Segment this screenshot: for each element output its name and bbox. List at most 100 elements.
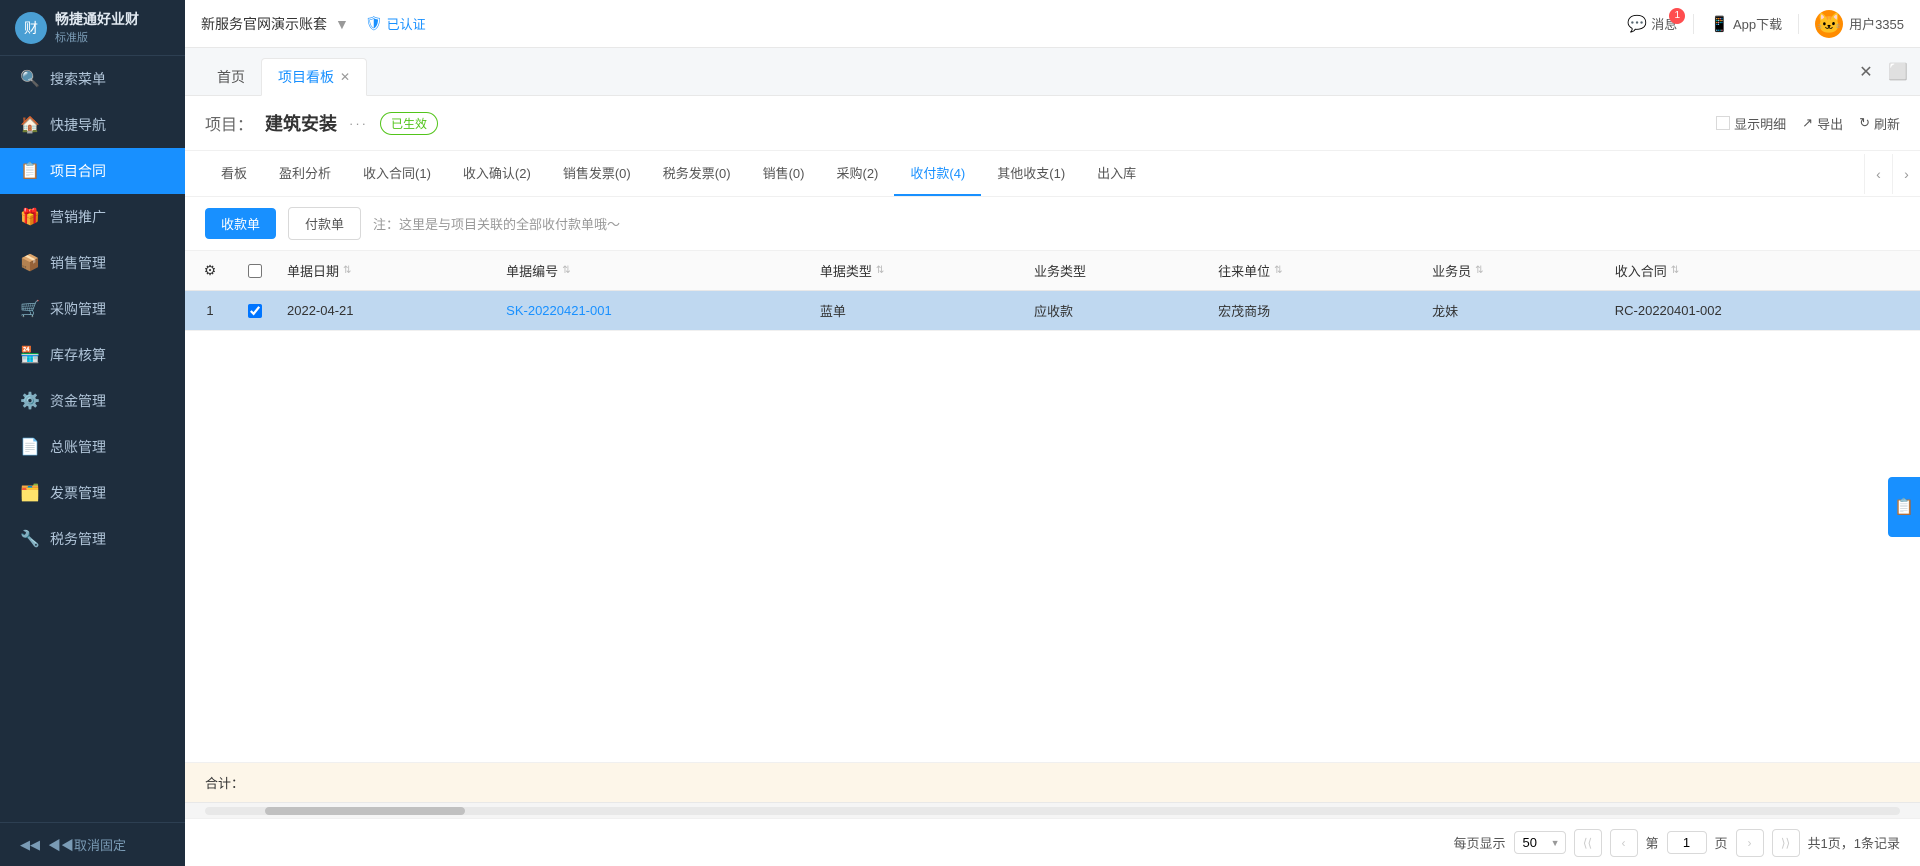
data-table-container[interactable]: ⚙ 单据日期 ⇅ [185,251,1920,762]
cancel-fixed-button[interactable]: ◀◀ ◀◀取消固定 [0,822,185,866]
payment-button[interactable]: 付款单 [288,207,361,240]
float-action-icon: 📋 [1894,497,1914,517]
export-icon: ↗ [1802,115,1813,131]
show-detail-checkbox-box[interactable] [1716,116,1730,130]
th-partner[interactable]: 往来单位 ⇅ [1206,251,1420,291]
th-biz-type-label: 业务类型 [1034,264,1086,279]
sub-tab-purchase[interactable]: 采购(2) [820,151,894,196]
total-row: 合计： [185,762,1920,802]
sub-tab-payment[interactable]: 收付款(4) [894,151,981,196]
refresh-button[interactable]: ↻ 刷新 [1859,114,1900,133]
sub-tab-tax-invoice[interactable]: 税务发票(0) [647,151,747,196]
code-link[interactable]: SK-20220421-001 [506,303,612,318]
ledger-icon: 📄 [20,437,40,457]
sidebar-item-inventory[interactable]: 🏪 库存核算 [0,332,185,378]
window-maximize-button[interactable]: ⬜ [1884,58,1912,86]
th-type-label: 单据类型 [820,261,872,280]
th-contract[interactable]: 收入合同 ⇅ [1603,251,1920,291]
sidebar-item-search[interactable]: 🔍 搜索菜单 [0,56,185,102]
settings-icon[interactable]: ⚙ [204,262,217,278]
next-page-button[interactable]: › [1736,829,1764,857]
sidebar-item-marketing[interactable]: 🎁 营销推广 [0,194,185,240]
show-detail-label: 显示明细 [1734,114,1786,133]
pagination: 每页显示 50 100 200 ⟨⟨ ‹ 第 页 › ⟩⟩ 共1页，1条记录 [185,818,1920,866]
user-label: 用户3355 [1849,14,1904,33]
window-close-button[interactable]: ✕ [1852,58,1880,86]
project-status-badge: 已生效 [380,112,438,135]
th-salesman[interactable]: 业务员 ⇅ [1420,251,1603,291]
app-version: 标准版 [55,29,139,45]
sidebar-item-project[interactable]: 📋 项目合同 [0,148,185,194]
sub-tab-income-contract[interactable]: 收入合同(1) [347,151,447,196]
user-menu[interactable]: 🐱 用户3355 [1815,10,1904,38]
show-detail-checkbox[interactable]: 显示明细 [1716,114,1786,133]
type-sort-icon: ⇅ [876,265,884,276]
sub-tab-kanban[interactable]: 看板 [205,151,263,196]
sub-tabs-prev-button[interactable]: ‹ [1864,154,1892,194]
select-all-checkbox[interactable] [248,264,262,278]
tab-close-icon[interactable]: ✕ [340,70,350,84]
per-page-select[interactable]: 50 100 200 [1514,831,1566,854]
tax-icon: 🔧 [20,529,40,549]
sidebar-label-marketing: 营销推广 [50,207,106,227]
inventory-icon: 🏪 [20,345,40,365]
sidebar-item-ledger[interactable]: 📄 总账管理 [0,424,185,470]
message-button[interactable]: 💬 消息 1 [1627,14,1677,34]
th-salesman-label: 业务员 [1432,261,1471,280]
avatar: 🐱 [1815,10,1843,38]
sub-tabs-arrows: ‹ › [1864,154,1920,194]
table-header: ⚙ 单据日期 ⇅ [185,251,1920,291]
project-dropdown-icon[interactable]: ▼ [335,16,349,32]
sidebar-item-finance[interactable]: ⚙️ 资金管理 [0,378,185,424]
sidebar-item-tax[interactable]: 🔧 税务管理 [0,516,185,562]
sub-tabs-next-button[interactable]: › [1892,154,1920,194]
sub-tab-sales-invoice[interactable]: 销售发票(0) [547,151,647,196]
float-action-button[interactable]: 📋 [1888,477,1920,537]
first-page-button[interactable]: ⟨⟨ [1574,829,1602,857]
receipt-button[interactable]: 收款单 [205,208,276,239]
sub-tab-income-confirm[interactable]: 收入确认(2) [447,151,547,196]
th-code[interactable]: 单据编号 ⇅ [494,251,808,291]
app-download-label: App下载 [1733,14,1782,33]
app-download-button[interactable]: 📱 App下载 [1710,14,1782,33]
th-type[interactable]: 单据类型 ⇅ [808,251,1022,291]
page-content: 项目： 建筑安装 ··· 已生效 显示明细 ↗ 导出 ↻ 刷新 [185,96,1920,866]
sub-tab-warehouse[interactable]: 出入库 [1081,151,1152,196]
project-more-icon[interactable]: ··· [349,116,368,131]
sidebar-item-sales[interactable]: 📦 销售管理 [0,240,185,286]
topbar: 新服务官网演示账套 ▼ 🛡 已认证 💬 消息 1 📱 App下载 🐱 用户335… [185,0,1920,48]
sidebar-item-nav[interactable]: 🏠 快捷导航 [0,102,185,148]
sidebar-label-sales: 销售管理 [50,253,106,273]
tab-home[interactable]: 首页 [201,59,261,95]
prev-page-button[interactable]: ‹ [1610,829,1638,857]
th-date[interactable]: 单据日期 ⇅ [275,251,494,291]
topbar-divider-2 [1798,14,1799,34]
export-button[interactable]: ↗ 导出 [1802,114,1843,133]
app-name: 畅捷通好业财 [55,10,139,28]
sub-tab-other[interactable]: 其他收支(1) [981,151,1081,196]
tab-project-board[interactable]: 项目看板 ✕ [261,58,367,96]
sidebar-item-invoice[interactable]: 🗂️ 发票管理 [0,470,185,516]
project-selector[interactable]: 新服务官网演示账套 [201,14,327,34]
last-page-button[interactable]: ⟩⟩ [1772,829,1800,857]
scroll-thumb[interactable] [265,807,465,815]
th-contract-label: 收入合同 [1615,261,1667,280]
data-table: ⚙ 单据日期 ⇅ [185,251,1920,331]
unpin-icon: ◀◀ [20,837,40,853]
project-header: 项目： 建筑安装 ··· 已生效 显示明细 ↗ 导出 ↻ 刷新 [185,96,1920,151]
project-icon: 📋 [20,161,40,181]
th-settings[interactable]: ⚙ [185,251,235,291]
contract-sort-icon: ⇅ [1671,265,1679,276]
horizontal-scrollbar[interactable] [185,802,1920,818]
scroll-track[interactable] [205,807,1900,815]
sidebar-label-nav: 快捷导航 [50,115,106,135]
sub-tab-sales[interactable]: 销售(0) [747,151,821,196]
sidebar-item-purchase[interactable]: 🛒 采购管理 [0,286,185,332]
purchase-icon: 🛒 [20,299,40,319]
table-row[interactable]: 1 2022-04-21 SK-20220421-001 蓝单 [185,291,1920,331]
sub-tab-profit[interactable]: 盈利分析 [263,151,347,196]
date-sort-icon: ⇅ [343,265,351,276]
page-suffix: 页 [1715,833,1728,852]
page-input[interactable] [1667,831,1707,854]
row-checkbox[interactable] [248,304,262,318]
